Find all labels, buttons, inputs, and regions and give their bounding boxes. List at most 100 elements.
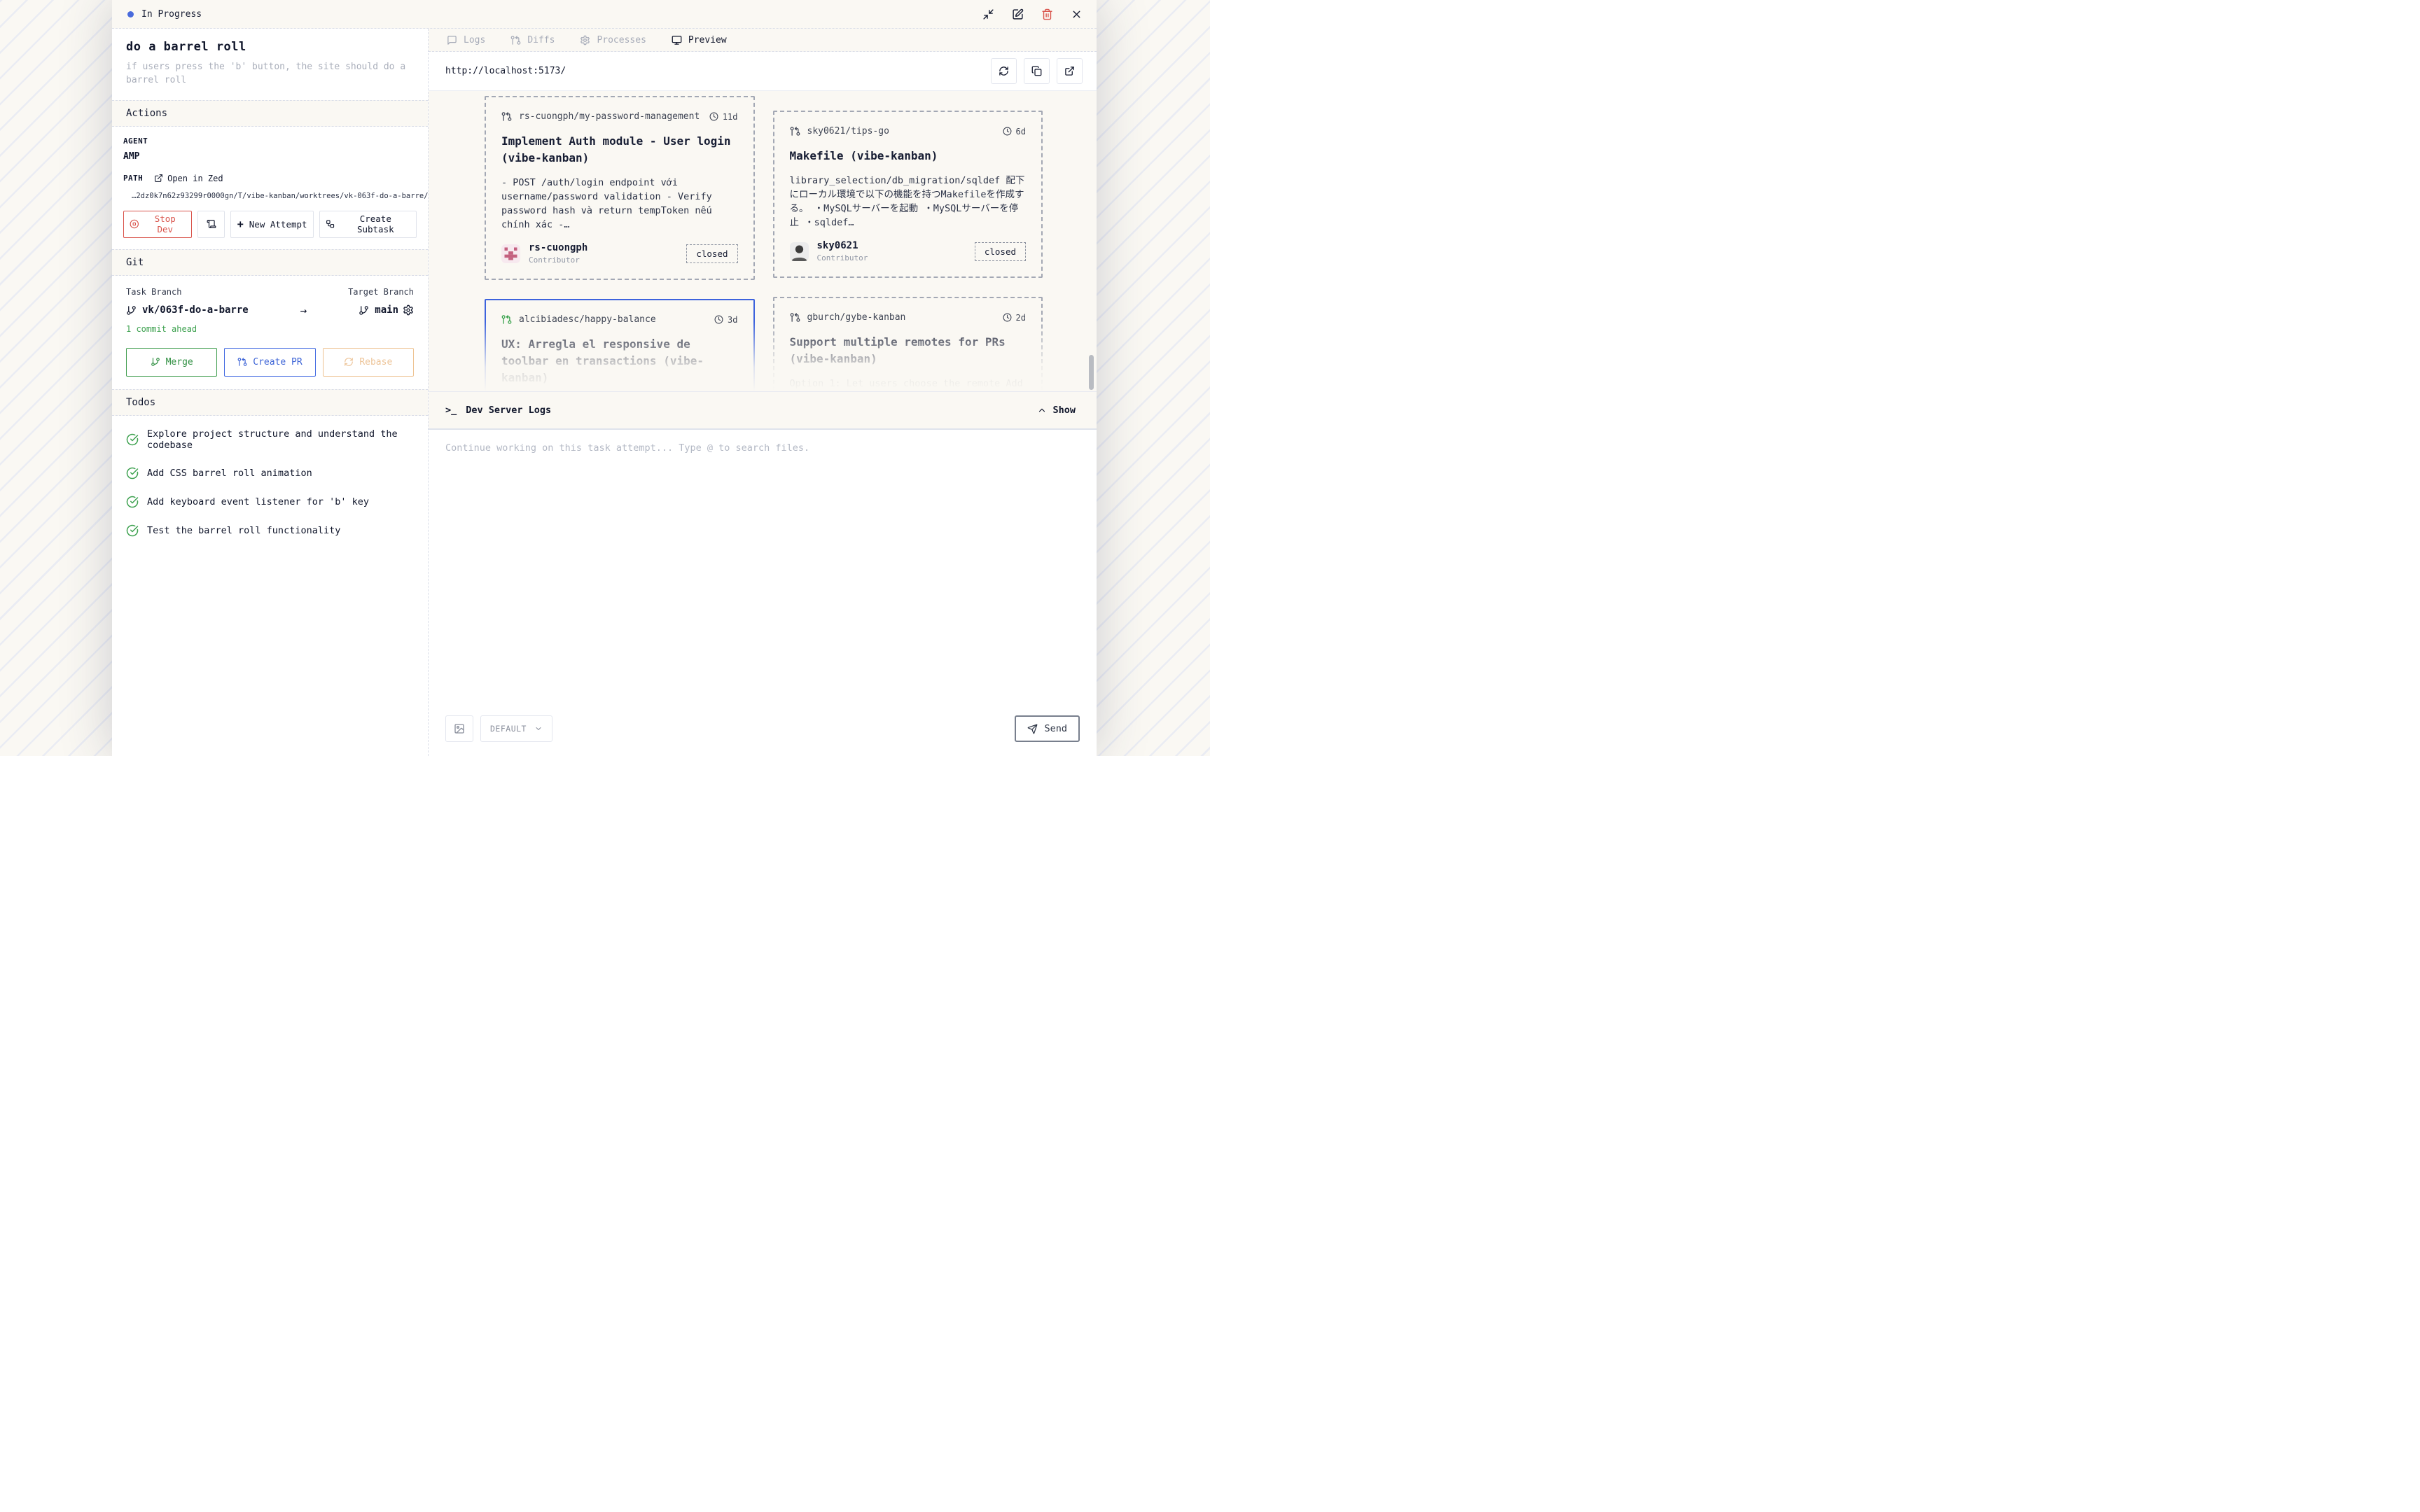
branch-settings-button[interactable]	[403, 304, 414, 316]
status-indicator: In Progress	[127, 9, 202, 20]
stop-dev-button[interactable]: Stop Dev	[123, 210, 192, 238]
branch-icon	[151, 358, 160, 367]
url-input[interactable]: http://localhost:5173/	[445, 66, 991, 76]
create-pr-button[interactable]: Create PR	[224, 347, 316, 377]
preview-monitor-icon	[672, 35, 682, 45]
todo-list: Explore project structure and understand…	[112, 416, 428, 550]
kanban-card[interactable]: rs-cuongph/my-password-management 11d Im…	[485, 96, 755, 280]
open-external-icon	[1065, 66, 1074, 76]
dev-logs-button[interactable]	[197, 210, 225, 238]
open-external-icon	[155, 174, 163, 183]
todo-item: Explore project structure and understand…	[126, 428, 414, 451]
check-circle-icon	[126, 496, 139, 507]
card-author: rs-cuongph Contributor	[529, 242, 588, 265]
attach-image-button[interactable]	[445, 715, 473, 742]
kanban-card[interactable]: sky0621/tips-go 6d Makefile (vibe-kanban…	[772, 111, 1043, 278]
minimize-icon	[982, 8, 994, 20]
branch-icon	[127, 305, 136, 315]
agent-value: AMP	[123, 150, 140, 162]
path-label: PATH	[123, 174, 144, 183]
clock-icon	[714, 315, 723, 324]
image-icon	[454, 724, 464, 734]
pull-request-icon	[237, 358, 247, 367]
check-circle-icon	[126, 467, 139, 479]
desktop-background: In Progress do a barrel roll if users pr…	[0, 0, 1210, 756]
todo-item: Add keyboard event listener for 'b' key	[126, 496, 414, 508]
check-circle-icon	[126, 524, 139, 536]
tab-processes[interactable]: Processes	[580, 35, 646, 46]
card-body: library_selection/db_migration/sqldef 配下…	[789, 175, 1025, 228]
tab-diffs[interactable]: Diffs	[510, 35, 555, 46]
kanban-card[interactable]: gburch/gybe-kanban 2d Support multiple r…	[772, 297, 1043, 391]
copy-icon	[1031, 66, 1042, 76]
minimize-button[interactable]	[978, 4, 999, 24]
edit-icon	[1012, 8, 1023, 20]
open-external-button[interactable]	[1057, 58, 1083, 84]
logs-icon	[447, 35, 457, 45]
worktree-path: …2dz0k7n62z93299r0000gn/T/vibe-kanban/wo…	[132, 191, 429, 200]
avatar	[789, 241, 809, 261]
clock-icon	[709, 112, 718, 121]
card-age: 6d	[1003, 127, 1026, 136]
profile-select[interactable]: DEFAULT	[480, 715, 552, 742]
clock-icon	[1003, 313, 1012, 322]
send-button[interactable]: Send	[1015, 715, 1080, 742]
pull-request-icon	[501, 112, 512, 121]
arrow-right-icon: →	[300, 303, 307, 317]
commit-status: 1 commit ahead	[126, 323, 197, 334]
trash-icon	[1041, 8, 1052, 20]
tab-logs[interactable]: Logs	[447, 35, 485, 46]
status-badge: closed	[974, 241, 1026, 261]
card-author: sky0621 Contributor	[816, 240, 868, 262]
agent-label: AGENT	[123, 136, 148, 146]
card-title: Implement Auth module - User login (vibe…	[501, 134, 731, 164]
message-input[interactable]: Continue working on this task attempt...…	[445, 442, 1080, 716]
check-circle-icon	[126, 433, 139, 445]
gear-icon	[403, 304, 413, 316]
edit-button[interactable]	[1007, 4, 1028, 24]
refresh-button[interactable]	[991, 58, 1017, 84]
dialog-actions	[978, 4, 1087, 24]
dev-server-logs-bar: >_ Dev Server Logs Show	[429, 391, 1097, 430]
target-branch-label: Target Branch	[348, 286, 414, 297]
preview-viewport: rs-cuongph/my-password-management 11d Im…	[429, 91, 1097, 391]
task-branch-name: vk/063f-do-a-barre	[126, 304, 249, 316]
status-badge: closed	[686, 244, 738, 263]
close-button[interactable]	[1066, 4, 1087, 24]
kanban-card-selected[interactable]: alcibiadesc/happy-balance 3d UX: Arregla…	[485, 299, 755, 391]
card-title: UX: Arregla el responsive de toolbar en …	[501, 337, 704, 384]
message-composer: Continue working on this task attempt...…	[429, 429, 1097, 756]
chevron-up-icon	[1039, 408, 1045, 412]
diffs-icon	[510, 35, 521, 45]
card-repo: gburch/gybe-kanban	[807, 312, 906, 323]
task-sidebar: do a barrel roll if users press the 'b' …	[112, 29, 429, 756]
card-repo: rs-cuongph/my-password-management	[519, 111, 700, 122]
card-body: - POST /auth/login endpoint với username…	[501, 177, 712, 230]
chevron-down-icon	[536, 727, 541, 730]
clock-icon	[1003, 127, 1012, 136]
tab-preview[interactable]: Preview	[672, 35, 727, 46]
card-repo: alcibiadesc/happy-balance	[519, 314, 656, 325]
card-repo: sky0621/tips-go	[807, 126, 889, 136]
rebase-button[interactable]: Rebase	[322, 347, 414, 377]
create-subtask-button[interactable]: Create Subtask	[319, 210, 417, 238]
card-age: 2d	[1003, 313, 1026, 323]
preview-scrollbar[interactable]	[1089, 355, 1094, 390]
card-age: 3d	[714, 315, 738, 325]
delete-button[interactable]	[1036, 4, 1057, 24]
show-logs-toggle[interactable]: Show	[1033, 404, 1080, 416]
task-branch-label: Task Branch	[126, 286, 182, 297]
todos-section-heading: Todos	[112, 388, 428, 416]
preview-url-bar: http://localhost:5173/	[429, 52, 1097, 91]
branch-icon	[359, 305, 369, 315]
merge-button[interactable]: Merge	[126, 347, 218, 377]
processes-gear-icon	[580, 35, 590, 45]
copy-url-button[interactable]	[1024, 58, 1050, 84]
new-attempt-button[interactable]: + New Attempt	[230, 210, 314, 238]
target-branch-name: main	[359, 304, 398, 316]
open-in-zed-link[interactable]: Open in Zed	[154, 174, 223, 183]
card-title: Makefile (vibe-kanban)	[789, 149, 938, 162]
todo-item: Add CSS barrel roll animation	[126, 467, 414, 479]
dev-logs-label: Dev Server Logs	[466, 404, 552, 416]
card-body: Option 1: Let users choose the remote Ad…	[789, 378, 1023, 389]
